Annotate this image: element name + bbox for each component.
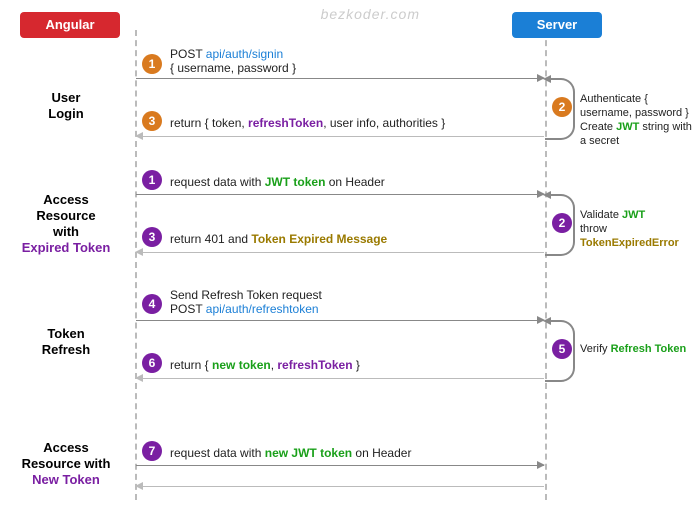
- step-bubble-r5: 5: [552, 339, 572, 359]
- text: Login: [6, 106, 126, 122]
- msg-refresh-request: Send Refresh Token request POST api/auth…: [170, 288, 530, 316]
- text: return {: [170, 358, 212, 372]
- actor-server: Server: [512, 12, 602, 38]
- text: Token Expired Message: [251, 232, 387, 246]
- text: Token: [6, 326, 126, 342]
- note-auth: Authenticate { username, password } Crea…: [580, 92, 695, 148]
- text: with: [6, 224, 126, 240]
- arrow-response-new: [136, 486, 544, 488]
- text: request data with: [170, 446, 265, 460]
- text: return 401 and: [170, 232, 251, 246]
- text: Send Refresh Token request: [170, 288, 322, 302]
- msg-signin-return: return { token, refreshToken, user info,…: [170, 116, 530, 130]
- text: throw: [580, 223, 607, 235]
- text: TokenExpiredError: [580, 237, 679, 249]
- step-bubble-e2: 2: [552, 213, 572, 233]
- text: Validate: [580, 209, 622, 221]
- text: refreshToken: [277, 358, 352, 372]
- text: JWT: [622, 209, 645, 221]
- watermark: bezkoder.com: [321, 6, 420, 22]
- text: new JWT token: [265, 446, 352, 460]
- text: POST: [170, 47, 206, 61]
- text: Refresh Token: [611, 343, 687, 355]
- text: Resource with: [6, 456, 126, 472]
- section-label-refresh: Token Refresh: [6, 326, 126, 358]
- text: Access: [6, 192, 126, 208]
- text: api/auth/refreshtoken: [206, 302, 319, 316]
- msg-request-expired: request data with JWT token on Header: [170, 175, 530, 189]
- section-label-expired: Access Resource with Expired Token: [6, 192, 126, 256]
- text: on Header: [352, 446, 411, 460]
- note-validate: Validate JWT throw TokenExpiredError: [580, 208, 695, 250]
- step-bubble-e1: 1: [142, 170, 162, 190]
- text: JWT: [616, 121, 639, 133]
- step-bubble-1: 1: [142, 54, 162, 74]
- arrow-401: [136, 252, 544, 254]
- section-label-login: User Login: [6, 90, 126, 122]
- step-bubble-r4: 4: [142, 294, 162, 314]
- step-bubble-2: 2: [552, 97, 572, 117]
- text: , user info, authorities }: [323, 116, 445, 130]
- text: Resource: [6, 208, 126, 224]
- step-bubble-n7: 7: [142, 441, 162, 461]
- arrow-signin-return: [136, 136, 544, 138]
- actor-angular: Angular: [20, 12, 120, 38]
- arrow-request-new: [136, 465, 544, 467]
- text: { username, password }: [170, 61, 296, 75]
- text: api/auth/signin: [206, 47, 283, 61]
- text: Access: [6, 440, 126, 456]
- arrow-refresh-return: [136, 378, 544, 380]
- section-label-newtoken: Access Resource with New Token: [6, 440, 126, 488]
- step-bubble-e3: 3: [142, 227, 162, 247]
- text: refreshToken: [248, 116, 323, 130]
- msg-signin: POST api/auth/signin { username, passwor…: [170, 47, 530, 75]
- text: Refresh: [6, 342, 126, 358]
- msg-request-new: request data with new JWT token on Heade…: [170, 446, 530, 460]
- text: new token: [212, 358, 271, 372]
- text: Expired Token: [6, 240, 126, 256]
- lifeline-angular: [135, 30, 137, 500]
- text: New Token: [6, 472, 126, 488]
- text: POST: [170, 302, 206, 316]
- sequence-diagram: bezkoder.com Angular Server User Login A…: [0, 0, 700, 510]
- arrow-request-expired: [136, 194, 544, 196]
- text: JWT token: [265, 175, 326, 189]
- text: Authenticate { username, password }: [580, 93, 689, 119]
- arrow-signin: [136, 78, 544, 80]
- text: on Header: [325, 175, 384, 189]
- msg-401: return 401 and Token Expired Message: [170, 232, 530, 246]
- step-bubble-r6: 6: [142, 353, 162, 373]
- step-bubble-3: 3: [142, 111, 162, 131]
- text: request data with: [170, 175, 265, 189]
- text: Create: [580, 121, 616, 133]
- text: return { token,: [170, 116, 248, 130]
- arrow-refresh-request: [136, 320, 544, 322]
- text: Verify: [580, 343, 611, 355]
- note-verify: Verify Refresh Token: [580, 342, 695, 356]
- text: User: [6, 90, 126, 106]
- text: }: [353, 358, 360, 372]
- msg-refresh-return: return { new token, refreshToken }: [170, 358, 530, 372]
